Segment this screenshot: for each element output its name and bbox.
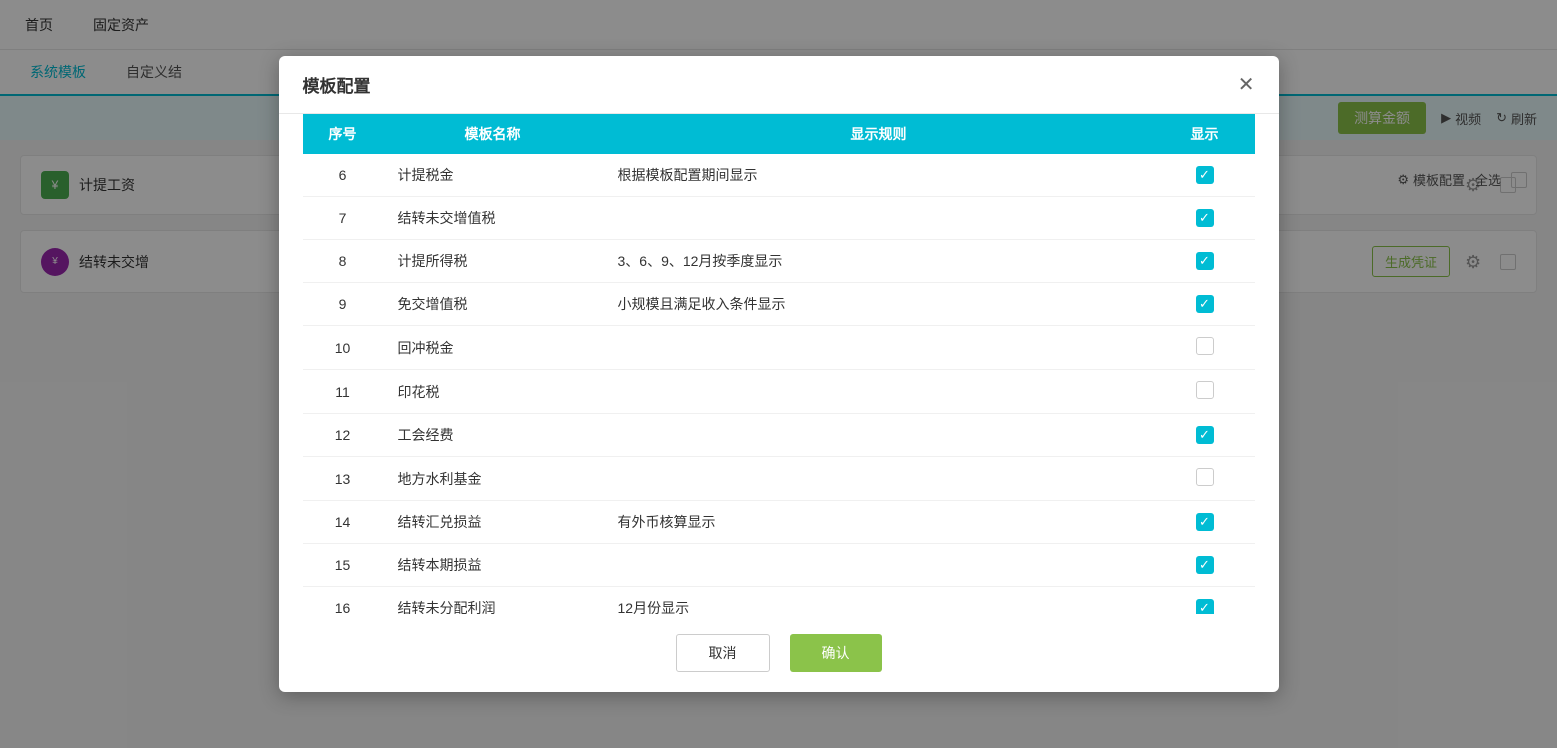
cell-rule-4 <box>603 326 1155 370</box>
cell-rule-8: 有外币核算显示 <box>603 501 1155 544</box>
table-row: 8计提所得税3、6、9、12月按季度显示 ✓ <box>303 240 1255 283</box>
table-row: 16结转未分配利润12月份显示 ✓ <box>303 587 1255 615</box>
cell-name-0: 计提税金 <box>383 154 603 197</box>
table-body: 6计提税金根据模板配置期间显示✓7结转未交增值税✓8计提所得税3、6、9、12月… <box>303 154 1255 614</box>
checkbox-unchecked-5[interactable] <box>1196 381 1214 399</box>
col-header-name: 模板名称 <box>383 114 603 154</box>
cell-name-1: 结转未交增值税 <box>383 197 603 240</box>
cell-rule-3: 小规模且满足收入条件显示 <box>603 283 1155 326</box>
table-row: 9免交增值税小规模且满足收入条件显示 ✓ <box>303 283 1255 326</box>
cell-check-1[interactable]: ✓ <box>1155 197 1255 240</box>
cell-check-9[interactable]: ✓ <box>1155 544 1255 587</box>
checkbox-checked-10[interactable]: ✓ <box>1196 599 1214 614</box>
table-header: 序号 模板名称 显示规则 显示 <box>303 114 1255 154</box>
cell-name-7: 地方水利基金 <box>383 457 603 501</box>
cell-check-8[interactable]: ✓ <box>1155 501 1255 544</box>
modal-close-button[interactable]: ✕ <box>1238 75 1255 95</box>
checkbox-checked-9[interactable]: ✓ <box>1196 556 1214 574</box>
checkbox-unchecked-7[interactable] <box>1196 468 1214 486</box>
cell-check-3[interactable]: ✓ <box>1155 283 1255 326</box>
cell-rule-7 <box>603 457 1155 501</box>
modal-header: 模板配置 ✕ <box>279 56 1279 114</box>
checkbox-checked-8[interactable]: ✓ <box>1196 513 1214 531</box>
cell-rule-2: 3、6、9、12月按季度显示 <box>603 240 1155 283</box>
cell-check-10[interactable]: ✓ <box>1155 587 1255 615</box>
cell-id-4: 10 <box>303 326 383 370</box>
table-row: 12工会经费 ✓ <box>303 414 1255 457</box>
checkbox-checked-3[interactable]: ✓ <box>1196 295 1214 313</box>
cell-name-5: 印花税 <box>383 370 603 414</box>
cell-id-5: 11 <box>303 370 383 414</box>
table-container[interactable]: 序号 模板名称 显示规则 显示 6计提税金根据模板配置期间显示✓7结转未交增值税… <box>303 114 1255 614</box>
cell-name-8: 结转汇兑损益 <box>383 501 603 544</box>
cell-name-3: 免交增值税 <box>383 283 603 326</box>
cell-rule-1 <box>603 197 1155 240</box>
col-header-rule: 显示规则 <box>603 114 1155 154</box>
cell-rule-0: 根据模板配置期间显示 <box>603 154 1155 197</box>
cell-id-0: 6 <box>303 154 383 197</box>
confirm-button[interactable]: 确认 <box>790 634 882 672</box>
cell-name-6: 工会经费 <box>383 414 603 457</box>
checkbox-checked-0[interactable]: ✓ <box>1196 166 1214 184</box>
cell-name-10: 结转未分配利润 <box>383 587 603 615</box>
table-row: 15结转本期损益 ✓ <box>303 544 1255 587</box>
table-row: 14结转汇兑损益有外币核算显示 ✓ <box>303 501 1255 544</box>
cell-id-8: 14 <box>303 501 383 544</box>
col-header-display: 显示 <box>1155 114 1255 154</box>
cell-id-1: 7 <box>303 197 383 240</box>
cell-rule-6 <box>603 414 1155 457</box>
cell-id-3: 9 <box>303 283 383 326</box>
modal-title: 模板配置 <box>303 72 371 97</box>
cell-check-5[interactable] <box>1155 370 1255 414</box>
col-header-id: 序号 <box>303 114 383 154</box>
table-row: 13地方水利基金 <box>303 457 1255 501</box>
cancel-button[interactable]: 取消 <box>676 634 770 672</box>
config-table: 序号 模板名称 显示规则 显示 6计提税金根据模板配置期间显示✓7结转未交增值税… <box>303 114 1255 614</box>
cell-check-7[interactable] <box>1155 457 1255 501</box>
checkbox-checked-2[interactable]: ✓ <box>1196 252 1214 270</box>
modal-footer: 取消 确认 <box>279 614 1279 672</box>
checkbox-unchecked-4[interactable] <box>1196 337 1214 355</box>
cell-rule-9 <box>603 544 1155 587</box>
cell-id-6: 12 <box>303 414 383 457</box>
modal-body: 序号 模板名称 显示规则 显示 6计提税金根据模板配置期间显示✓7结转未交增值税… <box>279 114 1279 614</box>
cell-check-2[interactable]: ✓ <box>1155 240 1255 283</box>
cell-name-4: 回冲税金 <box>383 326 603 370</box>
cell-rule-5 <box>603 370 1155 414</box>
table-row: 6计提税金根据模板配置期间显示 ✓ <box>303 154 1255 197</box>
cell-id-2: 8 <box>303 240 383 283</box>
modal-template-config: 模板配置 ✕ 序号 模板名称 显示规则 显示 6计提税金根据模板配置期间显示✓7… <box>279 56 1279 692</box>
cell-check-6[interactable]: ✓ <box>1155 414 1255 457</box>
cell-id-10: 16 <box>303 587 383 615</box>
table-row: 11印花税 <box>303 370 1255 414</box>
table-row: 7结转未交增值税 ✓ <box>303 197 1255 240</box>
checkbox-checked-1[interactable]: ✓ <box>1196 209 1214 227</box>
cell-check-4[interactable] <box>1155 326 1255 370</box>
cell-name-9: 结转本期损益 <box>383 544 603 587</box>
table-row: 10回冲税金 <box>303 326 1255 370</box>
cell-id-9: 15 <box>303 544 383 587</box>
cell-name-2: 计提所得税 <box>383 240 603 283</box>
cell-rule-10: 12月份显示 <box>603 587 1155 615</box>
cell-check-0[interactable]: ✓ <box>1155 154 1255 197</box>
checkbox-checked-6[interactable]: ✓ <box>1196 426 1214 444</box>
cell-id-7: 13 <box>303 457 383 501</box>
